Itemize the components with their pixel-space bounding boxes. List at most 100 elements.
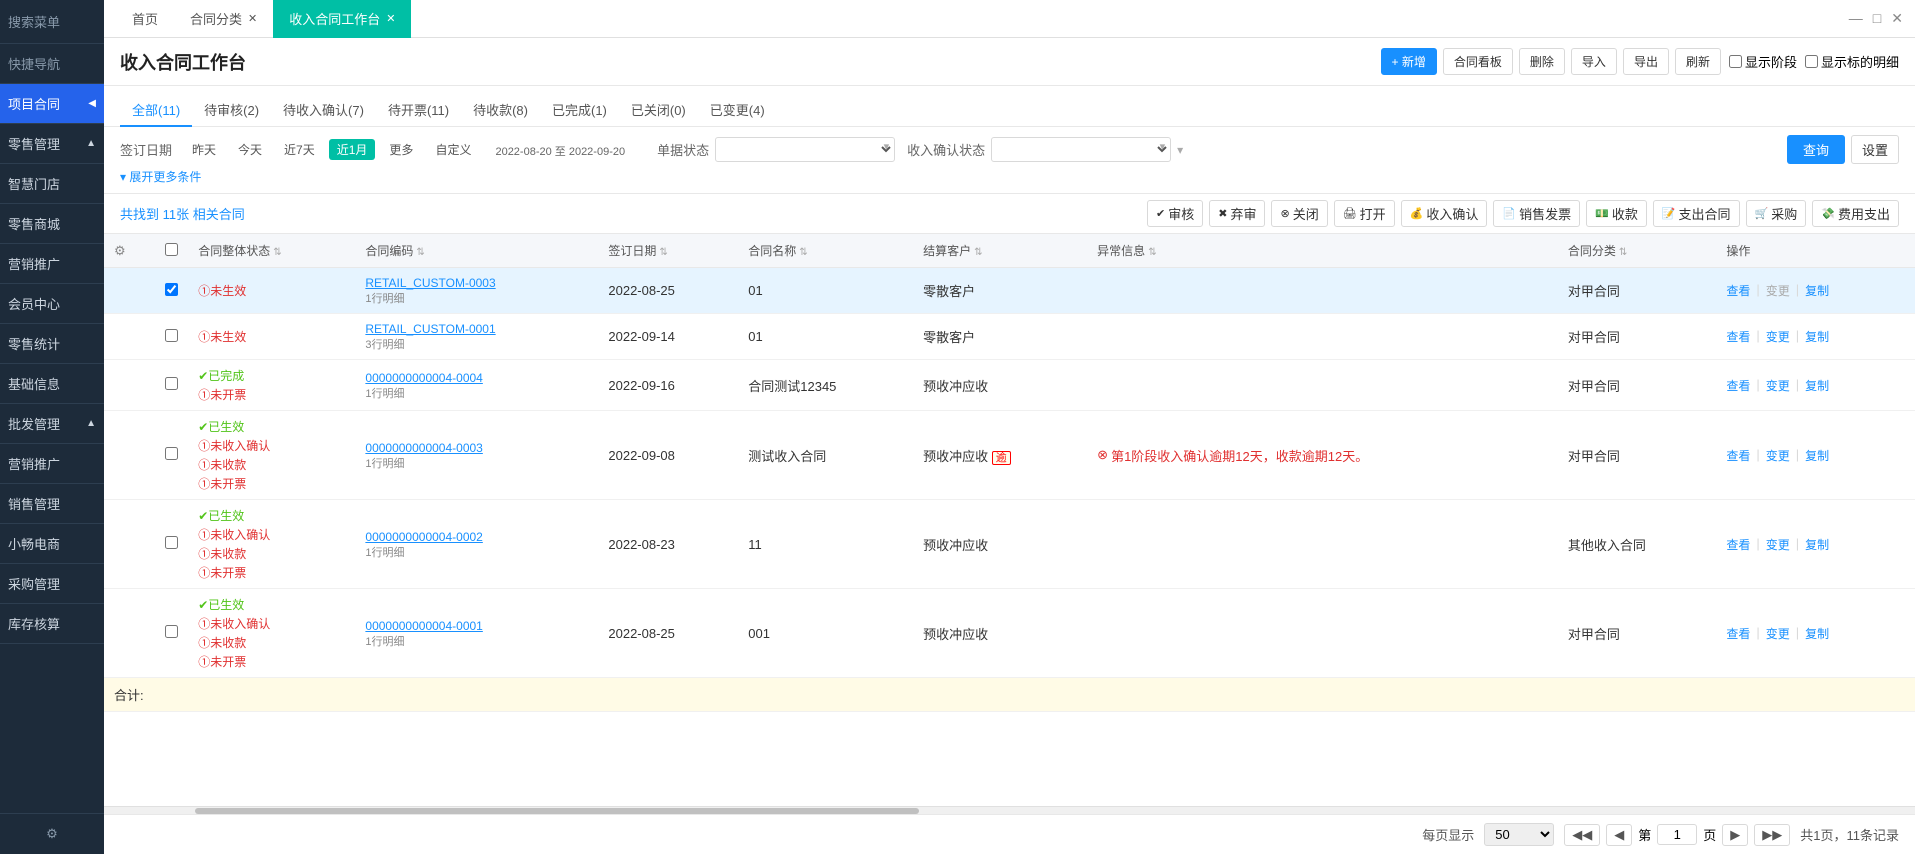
tab-income_workbench[interactable]: 收入合同工作台✕ xyxy=(273,0,411,38)
sub-tab-changed[interactable]: 已变更(4) xyxy=(698,94,777,127)
tab-home[interactable]: 首页 xyxy=(116,0,174,38)
sort-overall_status[interactable]: ⇅ xyxy=(273,247,281,258)
action-复制-2[interactable]: 复制 xyxy=(1805,328,1829,345)
close-window-button[interactable]: ✕ xyxy=(1891,10,1903,27)
sidebar-item-inventory[interactable]: 库存核算 xyxy=(0,604,104,644)
sidebar-item-basic_info[interactable]: 基础信息 xyxy=(0,364,104,404)
sidebar-item-xiaowei[interactable]: 小畅电商 xyxy=(0,524,104,564)
sidebar-item-wholesale[interactable]: 批发管理▲ xyxy=(0,404,104,444)
row-code-link-5[interactable]: 0000000000004-0002 xyxy=(365,530,482,544)
expand-more[interactable]: ▾ 展开更多条件 xyxy=(120,168,1899,185)
col-header-sign_date[interactable]: 签订日期⇅ xyxy=(598,234,738,268)
show-stage-checkbox[interactable]: 显示阶段 xyxy=(1729,52,1797,71)
action-变更-6[interactable]: 变更 xyxy=(1766,625,1790,642)
sidebar-item-retail_mall[interactable]: 零售商城 xyxy=(0,204,104,244)
sub-tab-closed[interactable]: 已关闭(0) xyxy=(619,94,698,127)
first-page-button[interactable]: ◀◀ xyxy=(1564,824,1600,846)
sort-customer[interactable]: ⇅ xyxy=(974,247,982,258)
sort-code[interactable]: ⇅ xyxy=(416,247,424,258)
sidebar-quicknav[interactable]: 快捷导航 xyxy=(0,44,104,84)
sub-tab-pending_income_confirm[interactable]: 待收入确认(7) xyxy=(271,94,376,127)
col-header-category[interactable]: 合同分类⇅ xyxy=(1558,234,1716,268)
col-header-name[interactable]: 合同名称⇅ xyxy=(738,234,913,268)
row-code-link-6[interactable]: 0000000000004-0001 xyxy=(365,619,482,633)
action-变更-3[interactable]: 变更 xyxy=(1766,377,1790,394)
tab-close-income_workbench[interactable]: ✕ xyxy=(386,12,395,25)
sidebar-settings[interactable]: ⚙ xyxy=(0,813,104,854)
sort-name[interactable]: ⇅ xyxy=(799,247,807,258)
sidebar-item-project[interactable]: 项目合同◀ xyxy=(0,84,104,124)
row-checkbox-1[interactable] xyxy=(165,283,178,296)
sort-abnormal[interactable]: ⇅ xyxy=(1148,247,1156,258)
sidebar-item-purchase[interactable]: 采购管理 xyxy=(0,564,104,604)
col-header-customer[interactable]: 结算客户⇅ xyxy=(913,234,1087,268)
action-查看-6[interactable]: 查看 xyxy=(1726,625,1750,642)
maximize-button[interactable]: □ xyxy=(1873,10,1881,27)
query-button[interactable]: 查询 xyxy=(1787,135,1845,164)
sidebar-item-sales_mgmt[interactable]: 销售管理 xyxy=(0,484,104,524)
filter-date-last1month[interactable]: 近1月 xyxy=(329,139,376,160)
toolbar-btn-expense_out[interactable]: 💸费用支出 xyxy=(1812,200,1899,227)
action-查看-1[interactable]: 查看 xyxy=(1726,282,1750,299)
header-btn-export[interactable]: 导出 xyxy=(1623,48,1669,75)
page-number-input[interactable] xyxy=(1657,824,1697,845)
row-code-link-1[interactable]: RETAIL_CUSTOM-0003 xyxy=(365,276,495,290)
filter-date-custom[interactable]: 自定义 xyxy=(427,139,479,160)
table-settings-icon[interactable]: ⚙ xyxy=(114,243,126,258)
toolbar-btn-abandon[interactable]: ✖弃审 xyxy=(1209,200,1265,227)
horizontal-scrollbar[interactable] xyxy=(104,806,1915,814)
sub-tab-pending_receipt[interactable]: 待收款(8) xyxy=(461,94,540,127)
toolbar-btn-income_confirm[interactable]: 💰收入确认 xyxy=(1401,200,1488,227)
sidebar-search[interactable]: 搜索菜单 xyxy=(0,0,104,44)
toolbar-btn-collection[interactable]: 💵收款 xyxy=(1586,200,1647,227)
col-header-abnormal[interactable]: 异常信息⇅ xyxy=(1087,234,1558,268)
action-复制-6[interactable]: 复制 xyxy=(1805,625,1829,642)
row-code-link-4[interactable]: 0000000000004-0003 xyxy=(365,441,482,455)
filter-date-more[interactable]: 更多 xyxy=(381,139,421,160)
show-flag-checkbox[interactable]: 显示标的明细 xyxy=(1805,52,1899,71)
doc-status-select[interactable] xyxy=(715,137,895,162)
sub-tab-completed[interactable]: 已完成(1) xyxy=(540,94,619,127)
col-header-code[interactable]: 合同编码⇅ xyxy=(355,234,598,268)
sidebar-item-retail[interactable]: 零售管理▲ xyxy=(0,124,104,164)
action-查看-3[interactable]: 查看 xyxy=(1726,377,1750,394)
filter-settings-button[interactable]: 设置 xyxy=(1851,135,1899,164)
filter-date-last7[interactable]: 近7天 xyxy=(276,139,323,160)
prev-page-button[interactable]: ◀ xyxy=(1606,824,1632,846)
action-变更-2[interactable]: 变更 xyxy=(1766,328,1790,345)
action-查看-5[interactable]: 查看 xyxy=(1726,536,1750,553)
dropdown-arrow-income[interactable]: ▾ xyxy=(1177,143,1183,157)
action-查看-2[interactable]: 查看 xyxy=(1726,328,1750,345)
sub-tab-all[interactable]: 全部(11) xyxy=(120,94,192,127)
row-checkbox-2[interactable] xyxy=(165,329,178,342)
scrollbar-thumb[interactable] xyxy=(195,808,919,814)
sort-sign_date[interactable]: ⇅ xyxy=(659,247,667,258)
toolbar-btn-close[interactable]: ⊗关闭 xyxy=(1271,200,1327,227)
minimize-button[interactable]: — xyxy=(1849,10,1863,27)
income-confirm-status-select[interactable] xyxy=(991,137,1171,162)
filter-date-yesterday[interactable]: 昨天 xyxy=(184,139,224,160)
row-checkbox-5[interactable] xyxy=(165,536,178,549)
header-btn-import[interactable]: 导入 xyxy=(1571,48,1617,75)
action-复制-3[interactable]: 复制 xyxy=(1805,377,1829,394)
sort-category[interactable]: ⇅ xyxy=(1619,247,1627,258)
row-checkbox-4[interactable] xyxy=(165,447,178,460)
toolbar-btn-purchase[interactable]: 🛒采购 xyxy=(1746,200,1807,227)
row-code-link-2[interactable]: RETAIL_CUSTOM-0001 xyxy=(365,322,495,336)
action-复制-5[interactable]: 复制 xyxy=(1805,536,1829,553)
page-size-select[interactable]: 102050100 xyxy=(1484,823,1554,846)
tab-close-contract_cat[interactable]: ✕ xyxy=(248,12,257,25)
toolbar-btn-print[interactable]: 🖨打开 xyxy=(1334,200,1395,227)
header-btn-kanban[interactable]: 合同看板 xyxy=(1443,48,1513,75)
next-page-button[interactable]: ▶ xyxy=(1722,824,1748,846)
show-stage-input[interactable] xyxy=(1729,55,1742,68)
action-变更-4[interactable]: 变更 xyxy=(1766,447,1790,464)
tab-contract_cat[interactable]: 合同分类✕ xyxy=(174,0,273,38)
sidebar-item-retail_stat[interactable]: 零售统计 xyxy=(0,324,104,364)
sub-tab-pending_review[interactable]: 待审核(2) xyxy=(192,94,271,127)
sub-tab-pending_invoice[interactable]: 待开票(11) xyxy=(376,94,461,127)
toolbar-btn-sales_invoice[interactable]: 📄销售发票 xyxy=(1493,200,1580,227)
toolbar-btn-expenditure_contract[interactable]: 📝支出合同 xyxy=(1653,200,1740,227)
col-header-overall_status[interactable]: 合同整体状态⇅ xyxy=(188,234,355,268)
sidebar-item-member[interactable]: 会员中心 xyxy=(0,284,104,324)
